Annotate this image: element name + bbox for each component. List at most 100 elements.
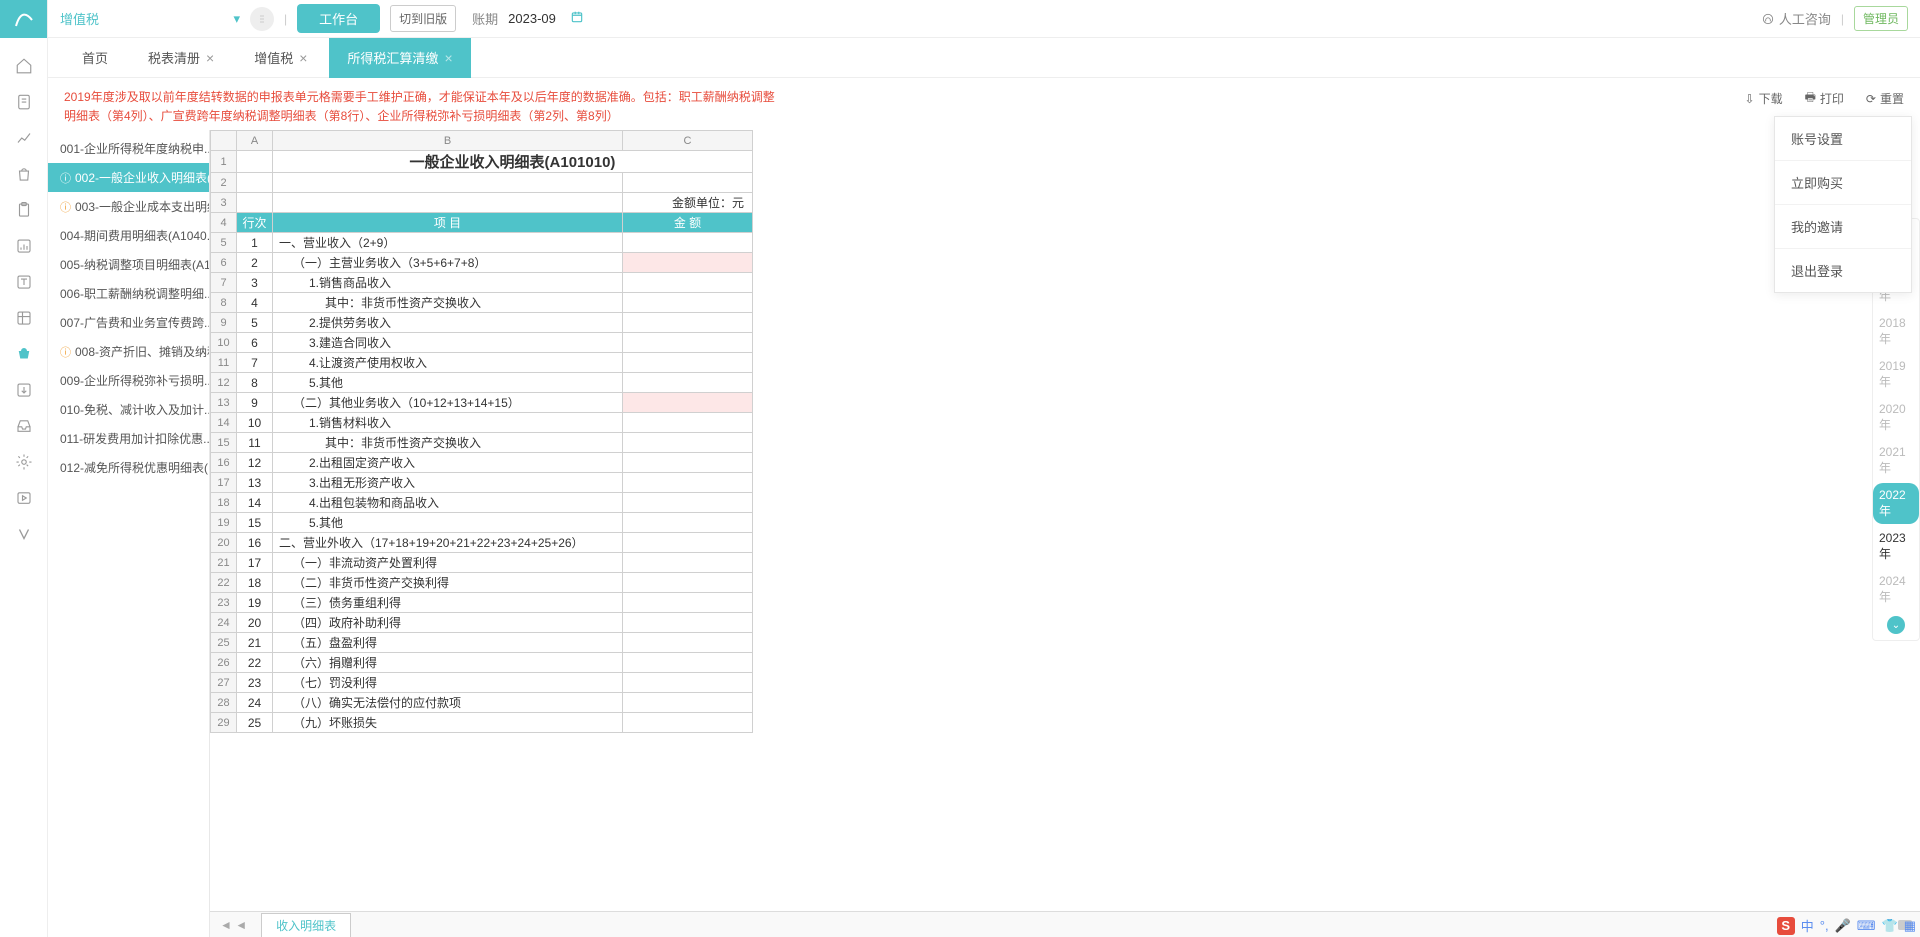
user-menu-item[interactable]: 我的邀请 (1775, 205, 1911, 249)
amount-cell[interactable] (623, 273, 753, 293)
amount-cell[interactable] (623, 633, 753, 653)
amount-cell[interactable] (623, 253, 753, 273)
form-item-001[interactable]: 001-企业所得税年度纳税申... (48, 134, 209, 163)
form-item-010[interactable]: 010-免税、减计收入及加计... (48, 395, 209, 424)
amount-cell[interactable] (623, 393, 753, 413)
amount-cell[interactable] (623, 293, 753, 313)
year-2021年[interactable]: 2021年 (1873, 440, 1919, 481)
year-2022年[interactable]: 2022年 (1873, 483, 1919, 524)
close-icon[interactable]: × (206, 50, 214, 66)
nav-grid-icon[interactable] (0, 300, 48, 336)
item-cell[interactable]: 3.出租无形资产收入 (273, 473, 623, 493)
context-dropdown[interactable]: 增值税 ▾ (60, 9, 240, 28)
user-menu-item[interactable]: 账号设置 (1775, 117, 1911, 161)
round-toggle-icon[interactable] (250, 7, 274, 31)
workbench-button[interactable]: 工作台 (297, 4, 380, 33)
item-cell[interactable]: 4.让渡资产使用权收入 (273, 353, 623, 373)
nav-report-icon[interactable] (0, 228, 48, 264)
ime-keyboard-icon[interactable]: ⌨ (1857, 918, 1876, 934)
nav-bag-icon[interactable] (0, 156, 48, 192)
nav-v-icon[interactable] (0, 516, 48, 552)
amount-cell[interactable] (623, 573, 753, 593)
ime-badge-icon[interactable]: S (1777, 917, 1795, 935)
nav-inbox-icon[interactable] (0, 408, 48, 444)
item-cell[interactable]: 其中：非货币性资产交换收入 (273, 433, 623, 453)
amount-cell[interactable] (623, 453, 753, 473)
amount-cell[interactable] (623, 353, 753, 373)
ime-tool-icon[interactable]: ▦ (1904, 918, 1916, 934)
item-cell[interactable]: 1.销售商品收入 (273, 273, 623, 293)
admin-button[interactable]: 管理员 (1854, 6, 1908, 31)
amount-cell[interactable] (623, 433, 753, 453)
form-item-005[interactable]: 005-纳税调整项目明细表(A1... (48, 250, 209, 279)
amount-cell[interactable] (623, 313, 753, 333)
nav-home-icon[interactable] (0, 48, 48, 84)
amount-cell[interactable] (623, 693, 753, 713)
amount-cell[interactable] (623, 513, 753, 533)
ime-mic-icon[interactable]: 🎤 (1835, 918, 1851, 934)
year-2018年[interactable]: 2018年 (1873, 311, 1919, 352)
item-cell[interactable]: （二）其他业务收入（10+12+13+14+15） (273, 393, 623, 413)
item-cell[interactable]: 5.其他 (273, 373, 623, 393)
close-icon[interactable]: × (444, 50, 452, 66)
user-menu-item[interactable]: 退出登录 (1775, 249, 1911, 292)
item-cell[interactable]: 4.出租包装物和商品收入 (273, 493, 623, 513)
nav-tax-icon[interactable] (0, 336, 48, 372)
item-cell[interactable]: 2.提供劳务收入 (273, 313, 623, 333)
item-cell[interactable]: （六）捐赠利得 (273, 653, 623, 673)
amount-cell[interactable] (623, 613, 753, 633)
item-cell[interactable]: 5.其他 (273, 513, 623, 533)
item-cell[interactable]: （九）坏账损失 (273, 713, 623, 733)
tab-税表清册[interactable]: 税表清册× (130, 38, 232, 78)
amount-cell[interactable] (623, 233, 753, 253)
amount-cell[interactable] (623, 373, 753, 393)
item-cell[interactable]: （七）罚没利得 (273, 673, 623, 693)
form-item-006[interactable]: 006-职工薪酬纳税调整明细... (48, 279, 209, 308)
item-cell[interactable]: 其中：非货币性资产交换收入 (273, 293, 623, 313)
ime-punct-icon[interactable]: °, (1820, 918, 1829, 933)
form-item-003[interactable]: ⓘ003-一般企业成本支出明细... (48, 192, 209, 221)
form-item-007[interactable]: 007-广告费和业务宣传费跨... (48, 308, 209, 337)
item-cell[interactable]: （三）债务重组利得 (273, 593, 623, 613)
sheet-nav-prev-icon[interactable]: ◄ ◄ (210, 918, 257, 932)
amount-cell[interactable] (623, 333, 753, 353)
close-icon[interactable]: × (299, 50, 307, 66)
print-button[interactable]: 🖶 打印 (1805, 88, 1844, 109)
amount-cell[interactable] (623, 473, 753, 493)
item-cell[interactable]: 1.销售材料收入 (273, 413, 623, 433)
form-item-009[interactable]: 009-企业所得税弥补亏损明... (48, 366, 209, 395)
nav-chart-icon[interactable] (0, 120, 48, 156)
year-2024年[interactable]: 2024年 (1873, 569, 1919, 610)
ime-lang[interactable]: 中 (1801, 916, 1814, 935)
year-2020年[interactable]: 2020年 (1873, 397, 1919, 438)
nav-export-icon[interactable] (0, 372, 48, 408)
nav-text-icon[interactable] (0, 264, 48, 300)
download-button[interactable]: ⇩ 下载 (1745, 90, 1783, 107)
form-item-012[interactable]: 012-减免所得税优惠明细表(... (48, 453, 209, 482)
form-item-011[interactable]: 011-研发费用加计扣除优惠... (48, 424, 209, 453)
tab-所得税汇算清缴[interactable]: 所得税汇算清缴× (329, 38, 470, 78)
support-link[interactable]: 人工咨询 (1761, 9, 1831, 28)
item-cell[interactable]: （五）盘盈利得 (273, 633, 623, 653)
period-value[interactable]: 2023-09 (508, 11, 556, 26)
amount-cell[interactable] (623, 713, 753, 733)
amount-cell[interactable] (623, 673, 753, 693)
item-cell[interactable]: （一）主营业务收入（3+5+6+7+8） (273, 253, 623, 273)
amount-cell[interactable] (623, 413, 753, 433)
sheet-tab[interactable]: 收入明细表 (261, 913, 351, 937)
tab-增值税[interactable]: 增值税× (236, 38, 325, 78)
calendar-icon[interactable] (570, 10, 584, 27)
item-cell[interactable]: 3.建造合同收入 (273, 333, 623, 353)
item-cell[interactable]: （八）确实无法偿付的应付款项 (273, 693, 623, 713)
item-cell[interactable]: 二、营业外收入（17+18+19+20+21+22+23+24+25+26） (273, 533, 623, 553)
nav-video-icon[interactable] (0, 480, 48, 516)
nav-clipboard-icon[interactable] (0, 192, 48, 228)
amount-cell[interactable] (623, 533, 753, 553)
year-2023年[interactable]: 2023年 (1873, 526, 1919, 567)
ime-skin-icon[interactable]: 👕 (1882, 918, 1898, 934)
nav-settings-icon[interactable] (0, 444, 48, 480)
switch-old-button[interactable]: 切到旧版 (390, 5, 456, 32)
item-cell[interactable]: （四）政府补助利得 (273, 613, 623, 633)
form-item-002[interactable]: ⓘ002-一般企业收入明细表(A1... (48, 163, 209, 192)
year-expand-icon[interactable]: ⌄ (1887, 616, 1905, 634)
